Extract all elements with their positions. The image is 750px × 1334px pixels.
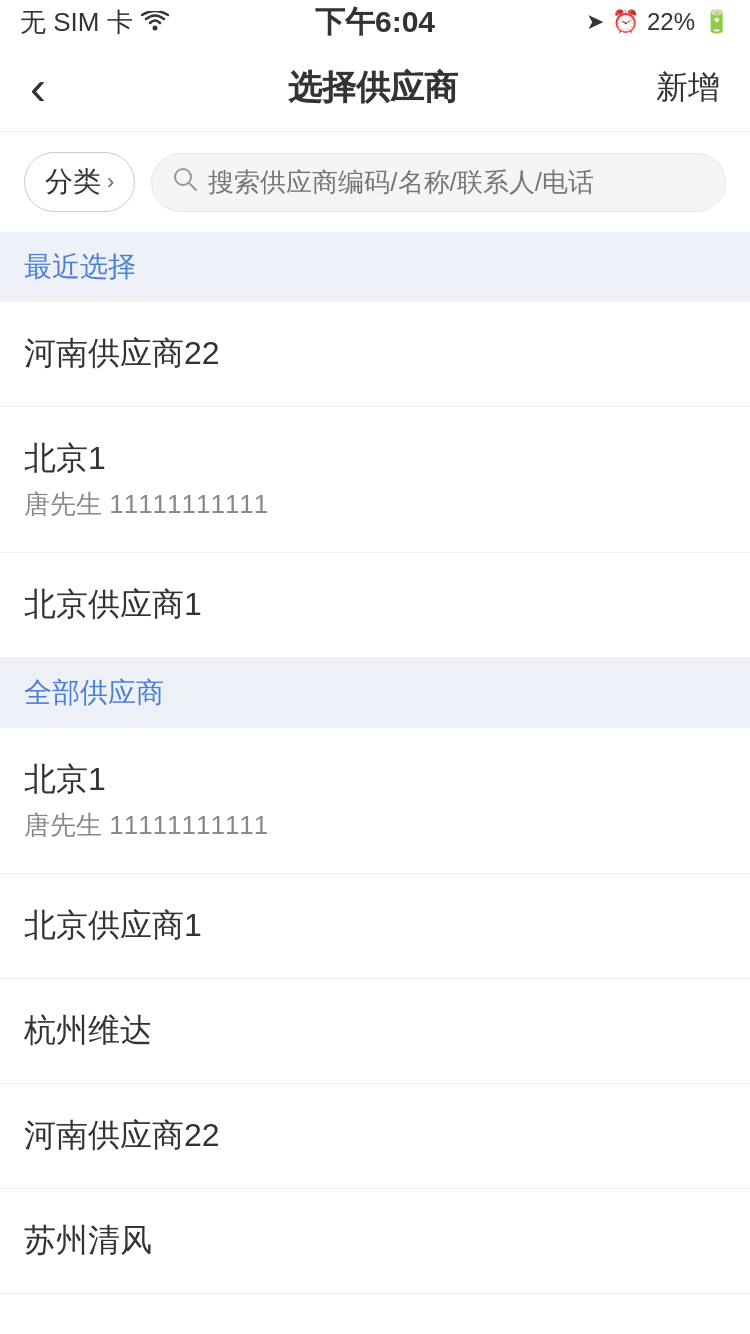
search-icon — [172, 166, 198, 199]
battery-icon: 🔋 — [703, 9, 730, 35]
category-label: 分类 — [45, 163, 101, 201]
status-left: 无 SIM 卡 — [20, 5, 169, 40]
status-time: 下午6:04 — [315, 2, 435, 43]
item-name: 河南供应商22 — [24, 1114, 726, 1158]
all-section-header: 全部供应商 — [0, 658, 750, 728]
search-input[interactable] — [208, 167, 705, 198]
item-sub: 唐先生 11111111111 — [24, 808, 726, 843]
item-name: 北京1 — [24, 758, 726, 802]
item-sub: 唐先生 11111111111 — [24, 487, 726, 522]
chevron-right-icon: › — [107, 169, 114, 195]
item-name: 苏州清风 — [24, 1219, 726, 1263]
all-list: 北京1 唐先生 11111111111 北京供应商1 杭州维达河南供应商22 苏州清… — [0, 728, 750, 1294]
add-button[interactable]: 新增 — [656, 66, 720, 110]
category-button[interactable]: 分类 › — [24, 152, 135, 212]
item-name: 北京供应商1 — [24, 904, 726, 948]
list-item[interactable]: 北京1 唐先生 11111111111 — [0, 728, 750, 874]
svg-line-2 — [189, 183, 196, 190]
page-title: 选择供应商 — [288, 65, 458, 111]
recent-section-label: 最近选择 — [24, 251, 136, 282]
list-item[interactable]: 河南供应商22 — [0, 302, 750, 407]
item-name: 北京1 — [24, 437, 726, 481]
status-right: ➤ ⏰ 22% 🔋 — [586, 8, 730, 36]
list-item[interactable]: 苏州清风 — [0, 1189, 750, 1294]
status-bar: 无 SIM 卡 下午6:04 ➤ ⏰ 22% 🔋 — [0, 0, 750, 44]
filter-bar: 分类 › — [0, 132, 750, 232]
list-item[interactable]: 北京供应商1 — [0, 874, 750, 979]
wifi-icon — [141, 7, 169, 38]
recent-section-header: 最近选择 — [0, 232, 750, 302]
list-item[interactable]: 杭州维达 — [0, 979, 750, 1084]
list-item[interactable]: 北京供应商1 — [0, 553, 750, 658]
all-section-label: 全部供应商 — [24, 677, 164, 708]
back-button[interactable]: ‹ — [30, 60, 90, 115]
battery-text: 22% — [647, 8, 695, 36]
alarm-icon: ⏰ — [612, 9, 639, 35]
location-icon: ➤ — [586, 9, 604, 35]
search-box — [151, 153, 726, 212]
no-sim-text: 无 SIM 卡 — [20, 5, 133, 40]
list-item[interactable]: 北京1 唐先生 11111111111 — [0, 407, 750, 553]
nav-bar: ‹ 选择供应商 新增 — [0, 44, 750, 132]
svg-point-0 — [152, 25, 157, 30]
item-name: 河南供应商22 — [24, 332, 726, 376]
list-item[interactable]: 河南供应商22 — [0, 1084, 750, 1189]
item-name: 北京供应商1 — [24, 583, 726, 627]
item-name: 杭州维达 — [24, 1009, 726, 1053]
recent-list: 河南供应商22 北京1 唐先生 11111111111 北京供应商1 — [0, 302, 750, 658]
